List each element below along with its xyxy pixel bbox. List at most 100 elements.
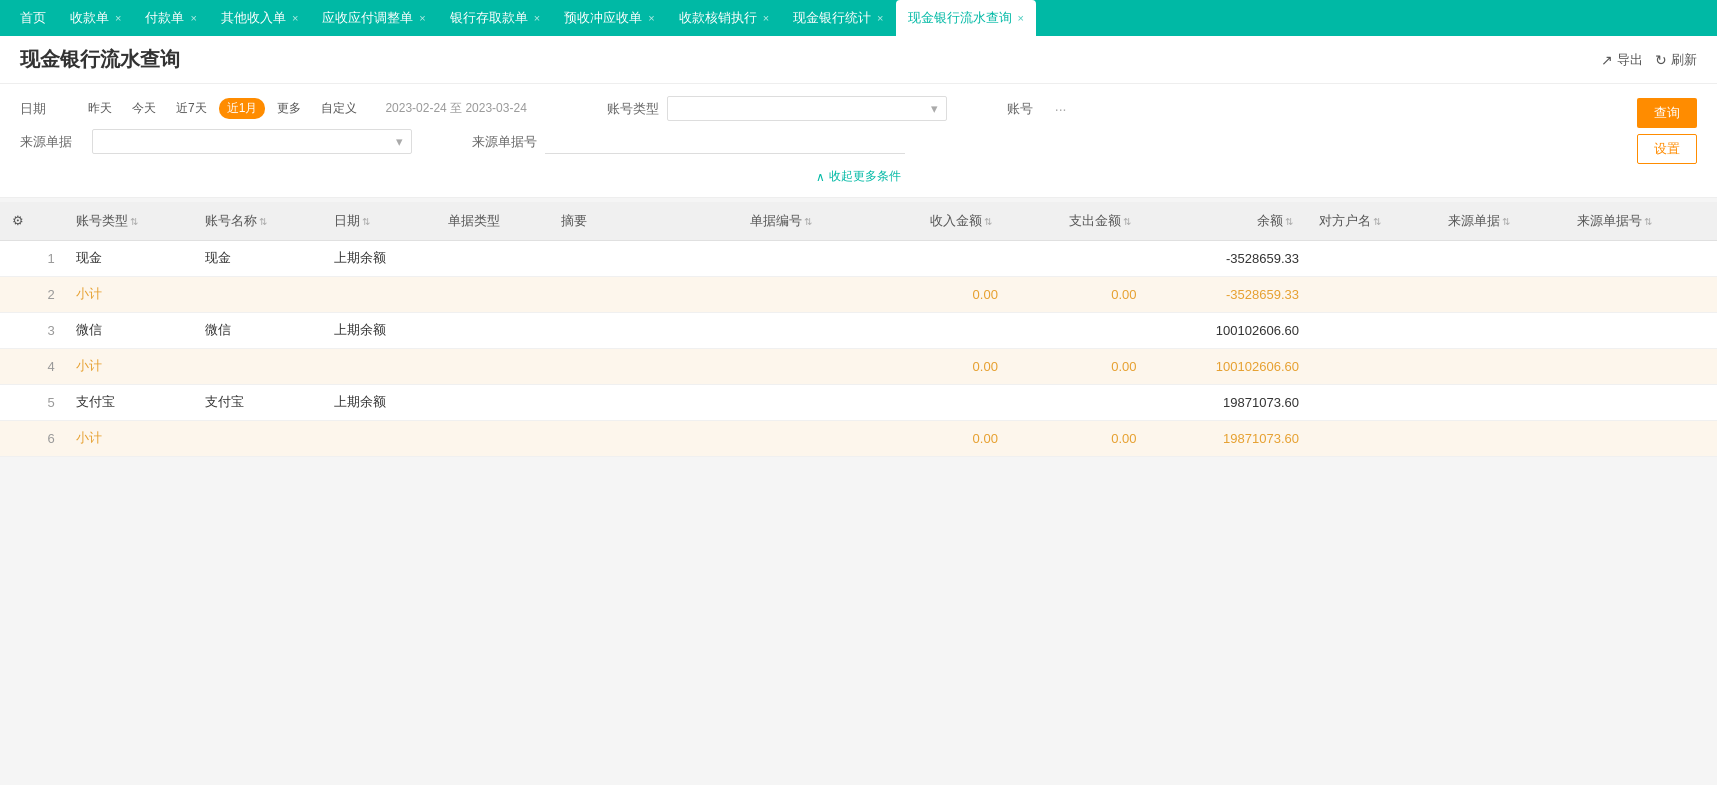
row-income: 0.00 <box>869 348 1008 384</box>
row-summary <box>551 420 740 456</box>
row-account-name: 微信 <box>195 312 324 348</box>
th-balance[interactable]: 余额⇅ <box>1147 202 1309 240</box>
row-gear <box>0 276 36 312</box>
settings-button[interactable]: 设置 <box>1637 134 1697 164</box>
nav-tab-现金银行统计[interactable]: 现金银行统计× <box>781 0 895 36</box>
header-actions: ↗ 导出 ↻ 刷新 <box>1601 51 1697 69</box>
th-date[interactable]: 日期⇅ <box>324 202 437 240</box>
row-source-doc-no <box>1567 276 1717 312</box>
row-expense <box>1008 240 1147 276</box>
row-account-name: 支付宝 <box>195 384 324 420</box>
th-doc-type: 单据类型 <box>438 202 551 240</box>
row-account-type: 现金 <box>66 240 195 276</box>
th-doc-no[interactable]: 单据编号⇅ <box>740 202 869 240</box>
row-source-doc <box>1438 384 1567 420</box>
account-type-chevron: ▾ <box>931 101 938 116</box>
tab-label: 银行存取款单 <box>450 0 528 36</box>
date-opt-today[interactable]: 今天 <box>124 98 164 119</box>
table-row: 4 小计 0.00 0.00 100102606.60 <box>0 348 1717 384</box>
row-income <box>869 312 1008 348</box>
row-doc-type <box>438 240 551 276</box>
row-counterparty <box>1309 348 1438 384</box>
nav-tab-其他收入单[interactable]: 其他收入单× <box>209 0 310 36</box>
source-doc-no-label: 来源单据号 <box>472 133 537 151</box>
th-account-type[interactable]: 账号类型⇅ <box>66 202 195 240</box>
th-expense[interactable]: 支出金额⇅ <box>1008 202 1147 240</box>
nav-tab-付款单[interactable]: 付款单× <box>133 0 208 36</box>
row-balance: 19871073.60 <box>1147 384 1309 420</box>
export-icon: ↗ <box>1601 52 1613 68</box>
export-button[interactable]: ↗ 导出 <box>1601 51 1643 69</box>
row-account-type: 支付宝 <box>66 384 195 420</box>
account-label: 账号 <box>1007 100 1047 118</box>
top-nav: 首页 收款单×付款单×其他收入单×应收应付调整单×银行存取款单×预收冲应收单×收… <box>0 0 1717 36</box>
collapse-bar[interactable]: ∧ 收起更多条件 <box>20 168 1697 185</box>
row-number: 6 <box>36 420 66 456</box>
th-source-doc[interactable]: 来源单据⇅ <box>1438 202 1567 240</box>
nav-tab-收款核销执行[interactable]: 收款核销执行× <box>667 0 781 36</box>
row-balance: -3528659.33 <box>1147 240 1309 276</box>
row-summary <box>551 348 740 384</box>
tab-close-icon[interactable]: × <box>648 0 654 36</box>
row-number: 2 <box>36 276 66 312</box>
tab-label: 预收冲应收单 <box>564 0 642 36</box>
nav-tab-预收冲应收单[interactable]: 预收冲应收单× <box>552 0 666 36</box>
row-doc-type <box>438 384 551 420</box>
nav-tab-现金银行流水查询[interactable]: 现金银行流水查询× <box>896 0 1036 36</box>
source-doc-no-input[interactable] <box>545 130 905 154</box>
query-button[interactable]: 查询 <box>1637 98 1697 128</box>
filter-area: 日期 昨天 今天 近7天 近1月 更多 自定义 2023-02-24 至 202… <box>0 84 1717 198</box>
th-source-doc-no[interactable]: 来源单据号⇅ <box>1567 202 1717 240</box>
row-source-doc-no <box>1567 240 1717 276</box>
account-type-select[interactable]: ▾ <box>667 96 947 121</box>
row-account-type: 小计 <box>66 420 195 456</box>
tab-close-icon[interactable]: × <box>534 0 540 36</box>
row-income <box>869 240 1008 276</box>
row-gear <box>0 420 36 456</box>
tab-close-icon[interactable]: × <box>419 0 425 36</box>
nav-tab-收款单[interactable]: 收款单× <box>58 0 133 36</box>
row-account-name <box>195 348 324 384</box>
row-source-doc-no <box>1567 420 1717 456</box>
row-number: 3 <box>36 312 66 348</box>
source-doc-label: 来源单据 <box>20 133 72 151</box>
row-income <box>869 384 1008 420</box>
tab-label: 现金银行流水查询 <box>908 0 1012 36</box>
row-counterparty <box>1309 240 1438 276</box>
th-counterparty[interactable]: 对方户名⇅ <box>1309 202 1438 240</box>
date-opt-7days[interactable]: 近7天 <box>168 98 215 119</box>
refresh-label: 刷新 <box>1671 51 1697 69</box>
row-balance: 100102606.60 <box>1147 312 1309 348</box>
refresh-button[interactable]: ↻ 刷新 <box>1655 51 1697 69</box>
row-gear <box>0 240 36 276</box>
row-balance: 100102606.60 <box>1147 348 1309 384</box>
tab-close-icon[interactable]: × <box>877 0 883 36</box>
row-source-doc-no <box>1567 348 1717 384</box>
date-opt-custom[interactable]: 自定义 <box>313 98 365 119</box>
tab-close-icon[interactable]: × <box>292 0 298 36</box>
tab-close-icon[interactable]: × <box>115 0 121 36</box>
row-account-type: 小计 <box>66 348 195 384</box>
source-doc-select[interactable]: ▾ <box>92 129 412 154</box>
nav-home[interactable]: 首页 <box>8 0 58 36</box>
account-dots-button[interactable]: ··· <box>1055 101 1067 117</box>
collapse-label: 收起更多条件 <box>829 168 901 185</box>
nav-tab-应收应付调整单[interactable]: 应收应付调整单× <box>310 0 437 36</box>
nav-tab-银行存取款单[interactable]: 银行存取款单× <box>438 0 552 36</box>
date-opt-yesterday[interactable]: 昨天 <box>80 98 120 119</box>
tab-label: 其他收入单 <box>221 0 286 36</box>
tab-close-icon[interactable]: × <box>190 0 196 36</box>
date-opt-1month[interactable]: 近1月 <box>219 98 266 119</box>
row-source-doc <box>1438 312 1567 348</box>
refresh-icon: ↻ <box>1655 52 1667 68</box>
table-gear-col[interactable]: ⚙ <box>0 202 36 240</box>
row-expense: 0.00 <box>1008 276 1147 312</box>
row-account-type: 小计 <box>66 276 195 312</box>
table-row: 2 小计 0.00 0.00 -3528659.33 <box>0 276 1717 312</box>
tab-close-icon[interactable]: × <box>763 0 769 36</box>
tab-close-icon[interactable]: × <box>1018 0 1024 36</box>
th-account-name[interactable]: 账号名称⇅ <box>195 202 324 240</box>
th-income[interactable]: 收入金额⇅ <box>869 202 1008 240</box>
date-opt-more[interactable]: 更多 <box>269 98 309 119</box>
row-account-name: 现金 <box>195 240 324 276</box>
